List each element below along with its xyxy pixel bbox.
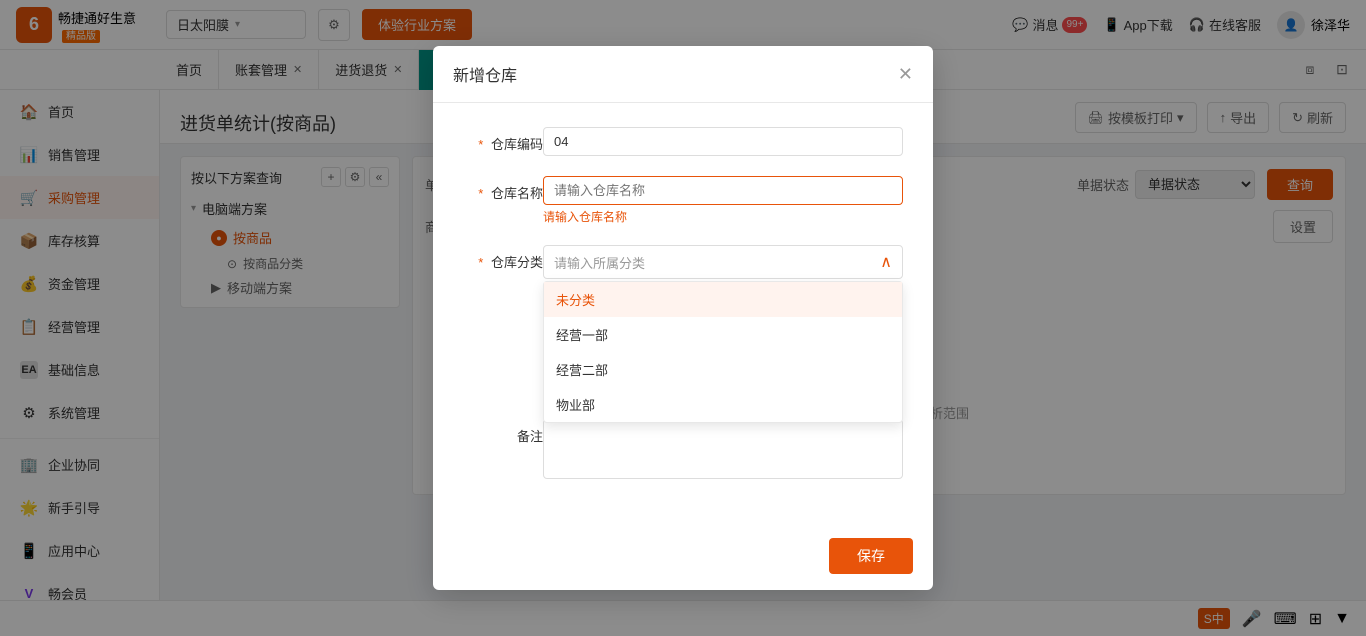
name-error-msg: 请输入仓库名称 [543,208,903,225]
modal-add-warehouse: 新增仓库 ✕ * 仓库编码 * 仓库名称 [433,46,933,590]
category-field: 请输入所属分类 ∧ [543,245,903,279]
name-label: * 仓库名称 [463,176,543,202]
dropdown-item-unclassified[interactable]: 未分类 [544,282,902,317]
code-field [543,127,903,156]
warehouse-name-input[interactable] [543,176,903,205]
dropdown-arrow-up-icon: ∧ [880,252,892,272]
modal-close-button[interactable]: ✕ [898,65,913,83]
dropdown-item-dept1[interactable]: 经营一部 [544,317,902,352]
required-star: * [478,137,483,152]
notes-field [543,419,903,482]
category-dropdown[interactable]: 请输入所属分类 ∧ [543,245,903,279]
code-label: * 仓库编码 [463,127,543,153]
form-row-code: * 仓库编码 [463,127,903,156]
notes-textarea[interactable] [543,419,903,479]
form-row-category: * 仓库分类 请输入所属分类 ∧ 未分类 经营一部 经营二部 物业部 [463,245,903,279]
form-row-notes: 备注 [463,419,903,482]
name-field: 请输入仓库名称 [543,176,903,225]
modal-footer: 保存 [433,526,933,590]
dropdown-item-dept3[interactable]: 物业部 [544,387,902,422]
category-label: * 仓库分类 [463,245,543,271]
notes-label: 备注 [463,419,543,445]
warehouse-code-input[interactable] [543,127,903,156]
category-dropdown-list: 未分类 经营一部 经营二部 物业部 [543,281,903,423]
modal-header: 新增仓库 ✕ [433,46,933,103]
dropdown-item-dept2[interactable]: 经营二部 [544,352,902,387]
modal-title: 新增仓库 [453,62,517,86]
modal-body: * 仓库编码 * 仓库名称 请输入仓库名称 [433,103,933,526]
form-row-name: * 仓库名称 请输入仓库名称 [463,176,903,225]
save-button[interactable]: 保存 [829,538,913,574]
modal-overlay[interactable]: 新增仓库 ✕ * 仓库编码 * 仓库名称 [0,0,1366,636]
